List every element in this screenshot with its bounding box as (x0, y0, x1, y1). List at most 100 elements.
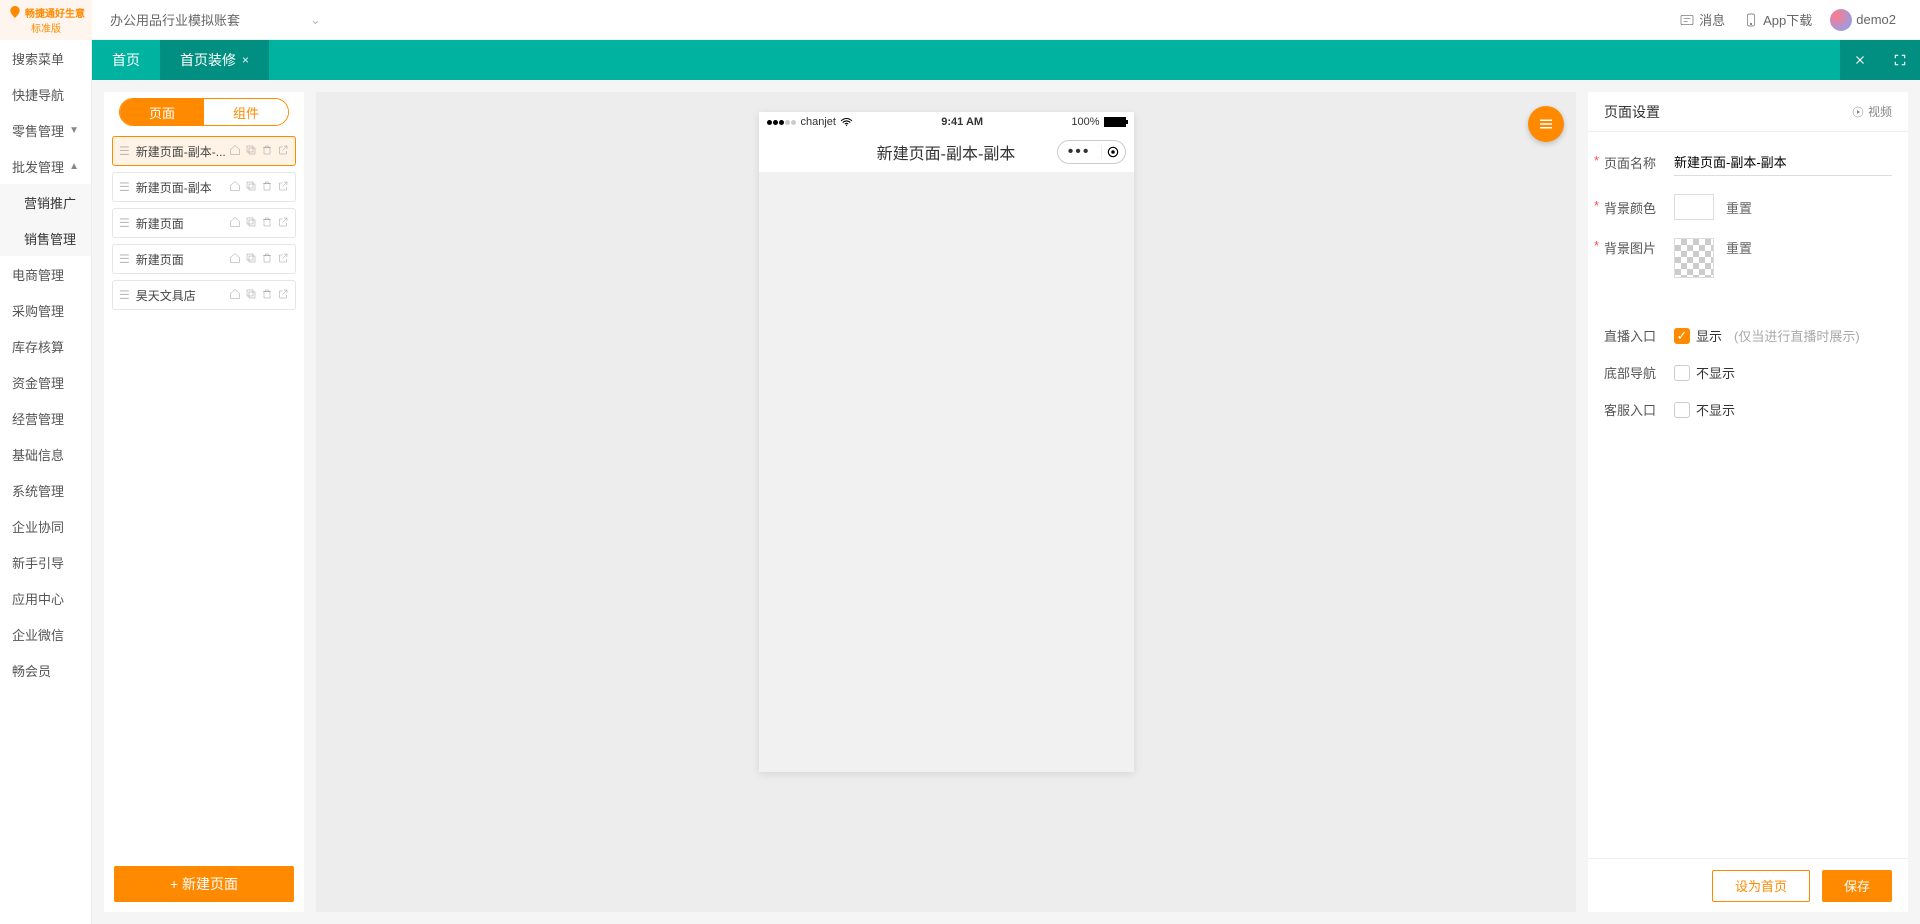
miniapp-menu[interactable]: ••• (1057, 140, 1126, 164)
sidebar-item-9[interactable]: 资金管理 (0, 364, 91, 400)
copy-icon[interactable] (245, 288, 257, 303)
phone-body[interactable] (759, 172, 1134, 772)
sidebar-item-8[interactable]: 库存核算 (0, 328, 91, 364)
app-download-button[interactable]: App下载 (1743, 10, 1812, 29)
page-item-name: 新建页面-副本-... (136, 143, 229, 160)
page-list-item[interactable]: ☰昊天文具店 (112, 280, 296, 310)
phone-icon (1743, 12, 1759, 28)
sidebar-item-14[interactable]: 新手引导 (0, 544, 91, 580)
home-icon[interactable] (229, 288, 241, 303)
bg-image-picker[interactable] (1674, 238, 1714, 278)
reset-bgimage-button[interactable]: 重置 (1726, 238, 1752, 257)
tab-1[interactable]: 首页装修× (160, 40, 269, 80)
set-home-button[interactable]: 设为首页 (1712, 870, 1810, 902)
tab-close-icon[interactable]: × (242, 53, 249, 67)
home-icon[interactable] (229, 180, 241, 195)
drag-icon[interactable]: ☰ (119, 288, 130, 302)
sidebar: 搜索菜单快捷导航零售管理▼批发管理▲ 营销推广销售管理电商管理采购管理库存核算资金… (0, 40, 92, 924)
delete-icon[interactable] (261, 252, 273, 267)
account-name: 办公用品行业模拟账套 (110, 10, 240, 29)
home-icon[interactable] (229, 216, 241, 231)
close-icon (1853, 53, 1867, 67)
floating-menu-button[interactable] (1528, 106, 1564, 142)
home-icon[interactable] (229, 144, 241, 159)
tab-page[interactable]: 页面 (120, 99, 204, 125)
page-list-item[interactable]: ☰ 新建页面-副本-... (112, 136, 296, 166)
page-list-item[interactable]: ☰ 新建页面-副本 (112, 172, 296, 202)
page-item-name: 新建页面-副本 (136, 179, 229, 196)
share-icon[interactable] (277, 144, 289, 159)
sidebar-item-label: 企业协同 (12, 517, 64, 536)
chevron-icon: ▲ (69, 161, 79, 172)
user-name: demo2 (1856, 12, 1896, 27)
tab-component[interactable]: 组件 (204, 99, 288, 125)
close-miniapp-icon (1101, 145, 1125, 159)
sidebar-item-13[interactable]: 企业协同 (0, 508, 91, 544)
sidebar-item-6[interactable]: 电商管理 (0, 256, 91, 292)
delete-icon[interactable] (261, 144, 273, 159)
tab-0[interactable]: 首页 (92, 40, 160, 80)
copy-icon[interactable] (245, 216, 257, 231)
sidebar-item-1[interactable]: 快捷导航 (0, 76, 91, 112)
drag-icon[interactable]: ☰ (119, 180, 130, 194)
sidebar-item-label: 库存核算 (12, 337, 64, 356)
new-page-button[interactable]: + 新建页面 (114, 866, 294, 902)
sidebar-item-3[interactable]: 批发管理▲ (0, 148, 91, 184)
sidebar-item-label: 营销推广 (24, 193, 76, 212)
battery-icon (1104, 117, 1126, 127)
account-selector[interactable]: 办公用品行业模拟账套 ⌄ (110, 10, 321, 29)
sidebar-item-2[interactable]: 零售管理▼ (0, 112, 91, 148)
sidebar-item-15[interactable]: 应用中心 (0, 580, 91, 616)
drag-icon[interactable]: ☰ (119, 144, 130, 158)
bottom-nav-checkbox[interactable] (1674, 365, 1690, 381)
reset-bgcolor-button[interactable]: 重置 (1726, 198, 1752, 217)
copy-icon[interactable] (245, 144, 257, 159)
save-button[interactable]: 保存 (1822, 870, 1892, 902)
share-icon[interactable] (277, 288, 289, 303)
page-item-name: 新建页面 (136, 215, 229, 232)
bg-color-swatch[interactable] (1674, 194, 1714, 220)
more-icon: ••• (1058, 143, 1101, 161)
sidebar-item-7[interactable]: 采购管理 (0, 292, 91, 328)
live-entry-checkbox[interactable]: ✓ (1674, 328, 1690, 344)
messages-button[interactable]: 消息 (1679, 10, 1725, 29)
play-icon (1852, 106, 1864, 118)
sidebar-item-4[interactable]: 营销推广 (0, 184, 91, 220)
logo-icon (7, 4, 23, 20)
sidebar-item-label: 资金管理 (12, 373, 64, 392)
page-list-item[interactable]: ☰ 新建页面 (112, 244, 296, 274)
sidebar-item-16[interactable]: 企业微信 (0, 616, 91, 652)
avatar (1830, 9, 1852, 31)
share-icon[interactable] (277, 216, 289, 231)
fullscreen-button[interactable] (1880, 40, 1920, 80)
service-entry-checkbox[interactable] (1674, 402, 1690, 418)
page-item-name: 新建页面 (136, 251, 229, 268)
delete-icon[interactable] (261, 216, 273, 231)
delete-icon[interactable] (261, 180, 273, 195)
drag-icon[interactable]: ☰ (119, 252, 130, 266)
page-list-item[interactable]: ☰ 新建页面 (112, 208, 296, 238)
home-icon[interactable] (229, 252, 241, 267)
label-page-name: 页面名称 (1604, 153, 1674, 172)
page-name-input[interactable] (1674, 148, 1892, 176)
sidebar-item-label: 应用中心 (12, 589, 64, 608)
panel-tabs: 页面 组件 (119, 98, 289, 126)
sidebar-item-0[interactable]: 搜索菜单 (0, 40, 91, 76)
share-icon[interactable] (277, 252, 289, 267)
sidebar-item-11[interactable]: 基础信息 (0, 436, 91, 472)
user-menu[interactable]: demo2 (1830, 9, 1896, 31)
sidebar-item-label: 畅会员 (12, 661, 51, 680)
sidebar-item-10[interactable]: 经营管理 (0, 400, 91, 436)
hamburger-icon (1537, 115, 1555, 133)
video-help-button[interactable]: 视频 (1852, 103, 1892, 120)
logo-subtitle: 标准版 (31, 20, 61, 35)
close-all-tabs-button[interactable] (1840, 40, 1880, 80)
delete-icon[interactable] (261, 288, 273, 303)
share-icon[interactable] (277, 180, 289, 195)
sidebar-item-12[interactable]: 系统管理 (0, 472, 91, 508)
drag-icon[interactable]: ☰ (119, 216, 130, 230)
copy-icon[interactable] (245, 180, 257, 195)
copy-icon[interactable] (245, 252, 257, 267)
sidebar-item-5[interactable]: 销售管理 (0, 220, 91, 256)
sidebar-item-17[interactable]: 畅会员 (0, 652, 91, 688)
